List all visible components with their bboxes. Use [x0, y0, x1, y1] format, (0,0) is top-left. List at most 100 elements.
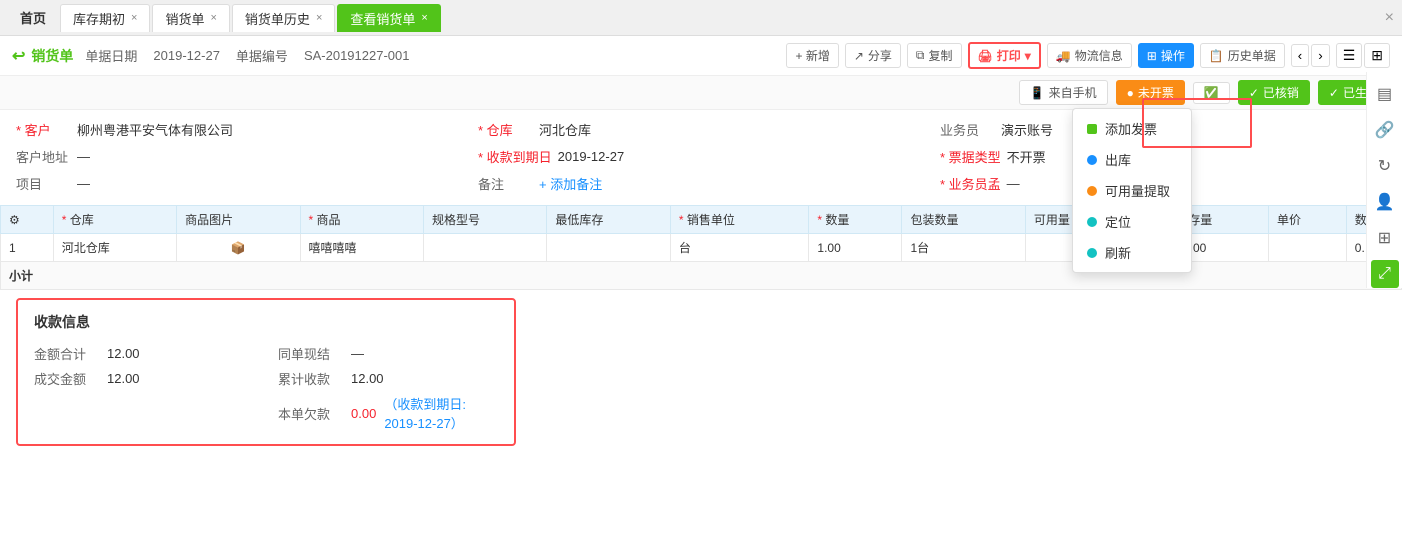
logistics-icon: 🚚 [1056, 49, 1071, 63]
same-order-settlement-value: — [351, 346, 364, 361]
tab-view-sales-label: 查看销货单 [350, 9, 415, 28]
arrears-row: 本单欠款 0.00 （收款到期日: 2019-12-27） [278, 394, 498, 432]
quantity-pick-label: 可用量提取 [1105, 181, 1170, 200]
share-label: 分享 [868, 47, 892, 64]
address-label: 客户地址 [16, 147, 71, 166]
tab-view-sales[interactable]: 查看销货单 × [337, 4, 440, 32]
open-status-dot: ● [1127, 86, 1134, 100]
amount-total-row: 金额合计 12.00 [34, 344, 254, 363]
arrears-suffix: （收款到期日: 2019-12-27） [384, 394, 498, 432]
next-button[interactable]: › [1311, 44, 1329, 67]
unit-col-header: * 销售单位 [670, 206, 809, 234]
tab-inventory-init-close[interactable]: × [131, 12, 137, 24]
pkg-qty-col-header: 包装数量 [902, 206, 1025, 234]
outbound-label: 出库 [1105, 150, 1131, 169]
sidebar-icon-5[interactable]: ⊞ [1371, 224, 1399, 252]
grid-view-button[interactable]: ⊞ [1364, 43, 1390, 68]
remark-add-button[interactable]: + 添加备注 [539, 174, 602, 193]
print-button[interactable]: 🖨 打印 ▾ [968, 42, 1041, 69]
tab-sales-history[interactable]: 销货单历史 × [232, 4, 335, 32]
nav-arrows: ‹ › [1291, 44, 1330, 67]
settings-col-header[interactable]: ⚙ [1, 206, 54, 234]
project-row: 项目 — [16, 174, 462, 193]
amount-total-value: 12.00 [107, 346, 140, 361]
add-invoice-icon [1087, 124, 1097, 134]
operations-dropdown: 添加发票 出库 可用量提取 定位 刷新 [1072, 108, 1192, 273]
sidebar-icon-4[interactable]: 👤 [1371, 188, 1399, 216]
tab-sales-history-close[interactable]: × [316, 12, 322, 24]
bottom-panel: 收款信息 金额合计 12.00 同单现结 — 成交金额 12.00 累计收款 1… [16, 298, 516, 446]
sidebar-icon-1[interactable]: ▤ [1371, 80, 1399, 108]
check-icon: ✅ [1204, 86, 1219, 100]
share-icon: ↗ [854, 49, 864, 63]
dropdown-outbound[interactable]: 出库 [1073, 144, 1191, 175]
sidebar-icon-3[interactable]: ↻ [1371, 152, 1399, 180]
row-pkg-qty: 1台 [902, 234, 1025, 262]
tab-inventory-init[interactable]: 库存期初 × [60, 4, 150, 32]
expand-button[interactable]: ⤢ [1371, 260, 1399, 288]
add-invoice-label: 添加发票 [1105, 119, 1157, 138]
dropdown-locate[interactable]: 定位 [1073, 206, 1191, 237]
image-col-header: 商品图片 [177, 206, 300, 234]
open-status-button[interactable]: ● 未开票 [1116, 80, 1185, 105]
open-status-label: 未开票 [1138, 84, 1174, 101]
main-area: ↩ 销货单 单据日期 2019-12-27 单据编号 SA-20191227-0… [0, 36, 1402, 533]
deal-amount-row: 成交金额 12.00 [34, 369, 254, 388]
date-label: 单据日期 [85, 46, 137, 65]
row-product: 嘻嘻嘻嘻 [300, 234, 423, 262]
tab-home-label: 首页 [20, 8, 46, 27]
deal-amount-value: 12.00 [107, 371, 140, 386]
list-view-button[interactable]: ☰ [1336, 43, 1363, 68]
phone-icon: 📱 [1030, 86, 1045, 100]
print-icon: 🖨 [978, 49, 993, 63]
row-min-stock [547, 234, 670, 262]
project-label: 项目 [16, 174, 71, 193]
copy-button[interactable]: ⧉ 复制 [907, 43, 962, 68]
dropdown-quantity-pick[interactable]: 可用量提取 [1073, 175, 1191, 206]
amount-total-label: 金额合计 [34, 344, 99, 363]
phone-button[interactable]: 📱 来自手机 [1019, 80, 1108, 105]
due-date-row: * 收款到期日 2019-12-27 [478, 147, 924, 166]
deal-amount-label: 成交金额 [34, 369, 99, 388]
confirm-button[interactable]: ✓ 已核销 [1238, 80, 1310, 105]
logistics-button[interactable]: 🚚 物流信息 [1047, 43, 1132, 68]
same-order-settlement-row: 同单现结 — [278, 344, 498, 363]
address-row: 客户地址 — [16, 147, 462, 166]
row-index: 1 [1, 234, 54, 262]
row-qty: 1.00 [809, 234, 902, 262]
operations-button[interactable]: ⊞ 操作 [1138, 43, 1194, 68]
dropdown-refresh[interactable]: 刷新 [1073, 237, 1191, 268]
confirm-icon[interactable]: ✅ [1193, 82, 1230, 104]
dropdown-add-invoice[interactable]: 添加发票 [1073, 113, 1191, 144]
min-stock-col-header: 最低库存 [547, 206, 670, 234]
tab-sales-order-label: 销货单 [165, 9, 204, 28]
tab-inventory-init-label: 库存期初 [73, 9, 125, 28]
print-dropdown-icon: ▾ [1025, 49, 1031, 63]
spec-col-header: 规格型号 [423, 206, 546, 234]
new-button[interactable]: + 新增 [786, 43, 838, 68]
row-price [1268, 234, 1346, 262]
doc-actions: + 新增 ↗ 分享 ⧉ 复制 🖨 打印 ▾ 🚚 物流信息 ⊞ 操作 [786, 42, 1390, 69]
share-button[interactable]: ↗ 分享 [845, 43, 901, 68]
right-icon-panel: ▤ 🔗 ↻ 👤 ⊞ ⤢ [1366, 72, 1402, 288]
project-value: — [77, 176, 90, 191]
tab-sales-order[interactable]: 销货单 × [152, 4, 229, 32]
view-buttons: ☰ ⊞ [1336, 43, 1390, 68]
invoice-value: 不开票 [1007, 147, 1046, 166]
row-image: 📦 [177, 234, 300, 262]
confirm-label: 已核销 [1263, 84, 1299, 101]
customer-label: * 客户 [16, 120, 71, 139]
tab-sales-order-close[interactable]: × [210, 12, 216, 24]
prev-button[interactable]: ‹ [1291, 44, 1309, 67]
row-warehouse: 河北仓库 [53, 234, 176, 262]
window-close-button[interactable]: × [1385, 9, 1394, 27]
sidebar-icon-2[interactable]: 🔗 [1371, 116, 1399, 144]
invoice-label: * 票据类型 [940, 147, 1001, 166]
tab-view-sales-close[interactable]: × [421, 12, 427, 24]
tab-home[interactable]: 首页 [8, 4, 58, 32]
effective-icon: ✓ [1329, 86, 1339, 100]
arrears-value: 0.00 [351, 406, 376, 421]
doc-type-label: 销货单 [31, 46, 73, 66]
history-button[interactable]: 📋 历史单据 [1200, 43, 1285, 68]
customer-value: 柳州粤港平安气体有限公司 [77, 120, 233, 139]
